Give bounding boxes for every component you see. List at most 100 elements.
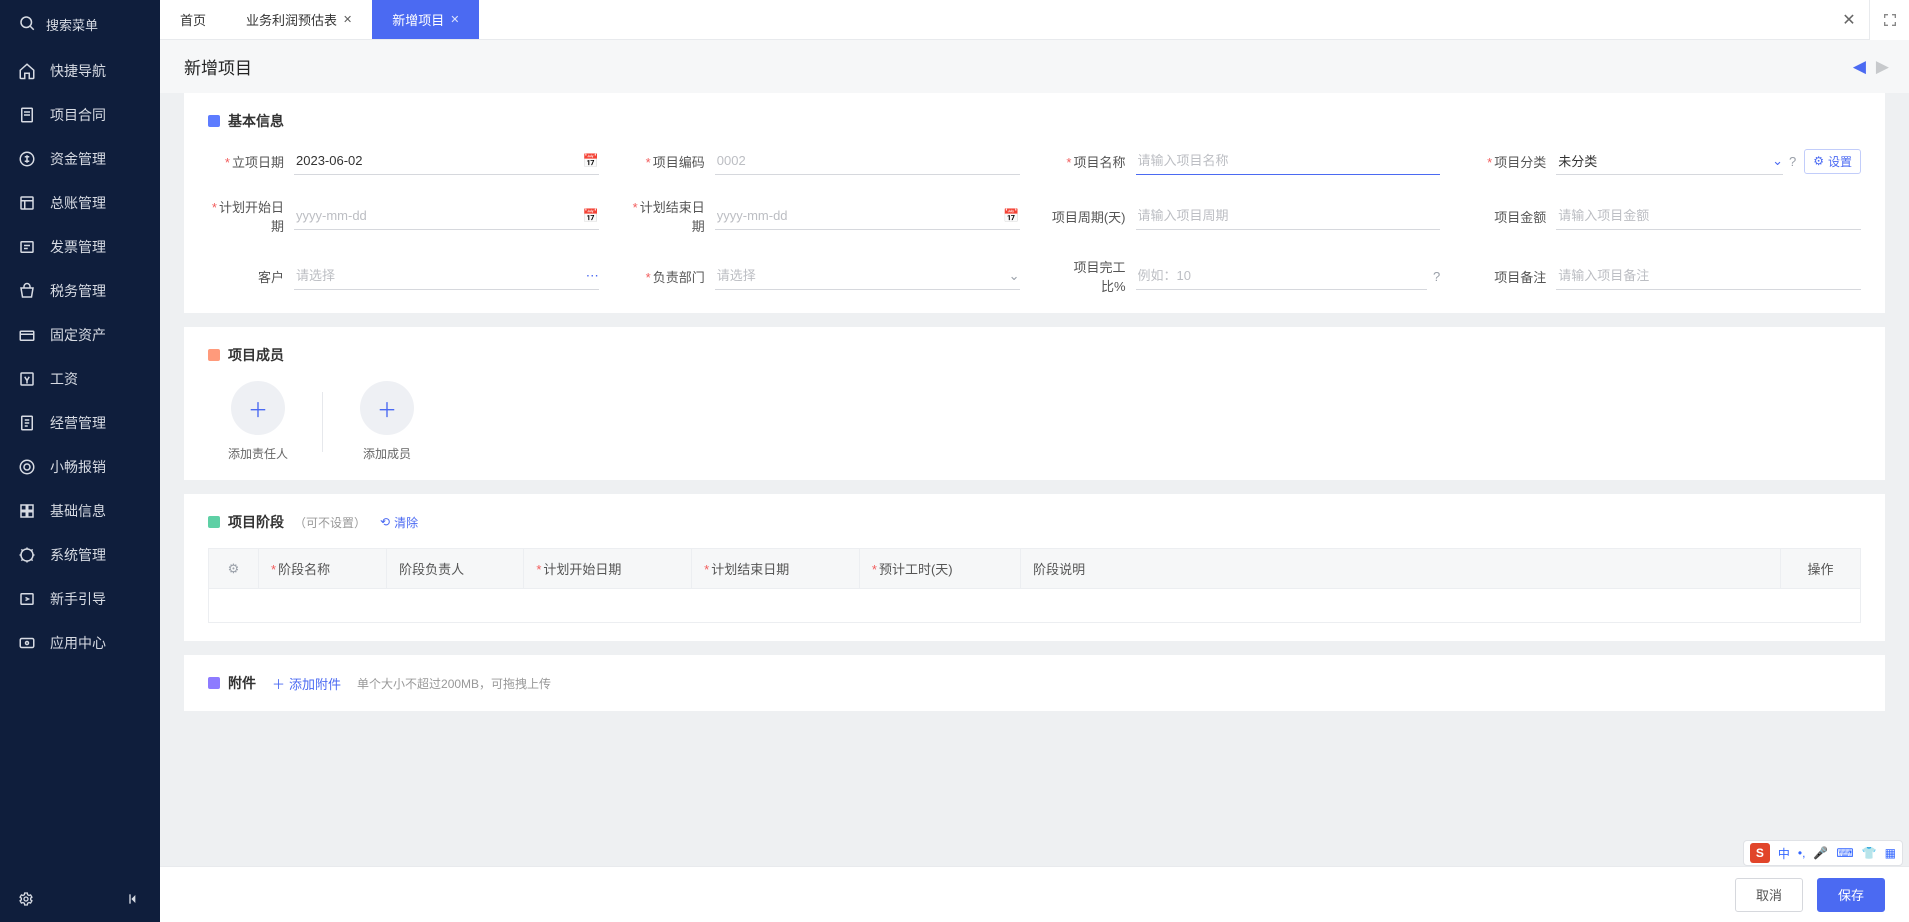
close-icon[interactable]: ✕ (450, 13, 459, 26)
section-basic-info: 基本信息 (208, 111, 1861, 131)
sidebar-item-label: 总账管理 (50, 193, 106, 213)
name-input[interactable] (1136, 149, 1441, 172)
add-attachment-button[interactable]: ＋ 添加附件 (272, 674, 341, 693)
sidebar-item-salary[interactable]: 工资 (0, 357, 160, 401)
ime-keyboard-icon[interactable]: ⌨ (1836, 846, 1853, 860)
wallet-icon (18, 150, 36, 168)
tab-new-project[interactable]: 新增项目 ✕ (372, 0, 479, 39)
remark-input[interactable] (1556, 264, 1861, 287)
chevron-down-icon[interactable]: ⌄ (1772, 153, 1783, 169)
sidebar-item-label: 税务管理 (50, 281, 106, 301)
sidebar-item-biz[interactable]: 经营管理 (0, 401, 160, 445)
tab-label: 业务利润预估表 (246, 10, 337, 29)
gear-icon: ⚙ (1813, 154, 1824, 168)
section-title: 项目阶段 (228, 512, 284, 532)
field-plan-end: *计划结束日期 📅 (629, 197, 1020, 235)
chevron-down-icon[interactable]: ⌄ (1009, 268, 1020, 284)
sidebar-item-label: 经营管理 (50, 413, 106, 433)
plan-start-input[interactable] (294, 204, 577, 227)
col-hours: *预计工时(天) (859, 549, 1020, 589)
close-icon[interactable]: ✕ (343, 13, 352, 26)
stage-clear-button[interactable]: ⟲ 清除 (380, 514, 418, 531)
more-icon[interactable]: ⋯ (586, 268, 599, 284)
ime-punctuation-icon[interactable]: •, (1798, 846, 1806, 860)
field-amount: 项目金额 (1470, 197, 1861, 235)
prev-record-icon[interactable]: ◀ (1853, 57, 1866, 77)
tab-profit-estimate[interactable]: 业务利润预估表 ✕ (226, 0, 372, 39)
section-attach: 附件 (208, 673, 256, 693)
calendar-icon[interactable]: 📅 (1003, 208, 1019, 224)
gear-column[interactable]: ⚙ (209, 549, 259, 589)
sidebar-menu: 快捷导航 项目合同 资金管理 总账管理 发票管理 税务管理 固定资产 工资 (0, 49, 160, 879)
plus-icon: ＋ (272, 674, 285, 693)
calendar-icon[interactable]: 📅 (583, 153, 599, 169)
sidebar-search[interactable]: 搜索菜单 (0, 0, 160, 49)
field-complete: 项目完工比% ? (1050, 257, 1441, 295)
amount-input[interactable] (1556, 204, 1861, 227)
add-member: ＋ 添加成员 (337, 381, 437, 462)
sidebar-bottom (0, 879, 160, 922)
sidebar-item-fund[interactable]: 资金管理 (0, 137, 160, 181)
sidebar-item-basic[interactable]: 基础信息 (0, 489, 160, 533)
sidebar-item-tax[interactable]: 税务管理 (0, 269, 160, 313)
sidebar-item-invoice[interactable]: 发票管理 (0, 225, 160, 269)
category-setting-button[interactable]: ⚙ 设置 (1804, 149, 1861, 174)
divider (322, 392, 323, 452)
stage-empty-row[interactable] (208, 589, 1861, 623)
ime-lang[interactable]: 中 (1778, 845, 1790, 862)
period-input[interactable] (1136, 204, 1441, 227)
sidebar-item-apps[interactable]: 应用中心 (0, 621, 160, 665)
sidebar-item-label: 小畅报销 (50, 457, 106, 477)
page-title: 新增项目 (184, 54, 252, 79)
tax-icon (18, 282, 36, 300)
plan-end-input[interactable] (715, 204, 998, 227)
cancel-button[interactable]: 取消 (1735, 878, 1803, 912)
main: 首页 业务利润预估表 ✕ 新增项目 ✕ ✕ 新增项目 ◀ ▶ (160, 0, 1909, 922)
sidebar: 搜索菜单 快捷导航 项目合同 资金管理 总账管理 发票管理 税务管理 (0, 0, 160, 922)
help-icon[interactable]: ? (1789, 154, 1796, 169)
sidebar-item-system[interactable]: 系统管理 (0, 533, 160, 577)
save-button[interactable]: 保存 (1817, 878, 1885, 912)
sidebar-item-label: 快捷导航 (50, 61, 106, 81)
ime-voice-icon[interactable]: 🎤 (1813, 846, 1828, 860)
ime-skin-icon[interactable]: 👕 (1862, 846, 1877, 860)
clear-icon: ⟲ (380, 515, 390, 529)
biz-icon (18, 414, 36, 432)
col-owner: 阶段负责人 (387, 549, 524, 589)
complete-input[interactable] (1136, 264, 1428, 287)
col-end: *计划结束日期 (692, 549, 860, 589)
col-op: 操作 (1781, 549, 1861, 589)
sidebar-search-label: 搜索菜单 (46, 15, 98, 34)
sidebar-item-asset[interactable]: 固定资产 (0, 313, 160, 357)
sidebar-item-ledger[interactable]: 总账管理 (0, 181, 160, 225)
fullscreen-icon[interactable] (1869, 0, 1909, 40)
settings-icon[interactable] (18, 891, 34, 910)
section-title: 基本信息 (228, 111, 284, 131)
calendar-icon[interactable]: 📅 (583, 208, 599, 224)
ime-bar[interactable]: S 中 •, 🎤 ⌨ 👕 ▦ (1743, 840, 1903, 866)
tab-home[interactable]: 首页 (160, 0, 226, 39)
ime-toolbox-icon[interactable]: ▦ (1885, 846, 1896, 860)
dept-input[interactable] (715, 264, 1003, 287)
customer-input[interactable] (294, 264, 580, 287)
add-member-button[interactable]: ＋ (360, 381, 414, 435)
tabs-close-all-icon[interactable]: ✕ (1835, 6, 1863, 34)
stage-hint: （可不设置） (294, 514, 366, 531)
ime-logo-icon: S (1750, 843, 1770, 863)
field-date: *立项日期 2023-06-02 📅 (208, 147, 599, 175)
collapse-icon[interactable] (126, 891, 142, 910)
date-value[interactable]: 2023-06-02 (294, 149, 577, 172)
sidebar-item-label: 固定资产 (50, 325, 106, 345)
sidebar-item-contract[interactable]: 项目合同 (0, 93, 160, 137)
sidebar-item-quick-nav[interactable]: 快捷导航 (0, 49, 160, 93)
code-input[interactable] (715, 149, 1020, 172)
reimburse-icon (18, 458, 36, 476)
add-owner-button[interactable]: ＋ (231, 381, 285, 435)
category-value[interactable]: 未分类 (1556, 147, 1766, 174)
help-icon[interactable]: ? (1433, 269, 1440, 284)
home-icon (18, 62, 36, 80)
section-title: 项目成员 (228, 345, 284, 365)
sidebar-item-expense[interactable]: 小畅报销 (0, 445, 160, 489)
sidebar-item-label: 系统管理 (50, 545, 106, 565)
sidebar-item-guide[interactable]: 新手引导 (0, 577, 160, 621)
